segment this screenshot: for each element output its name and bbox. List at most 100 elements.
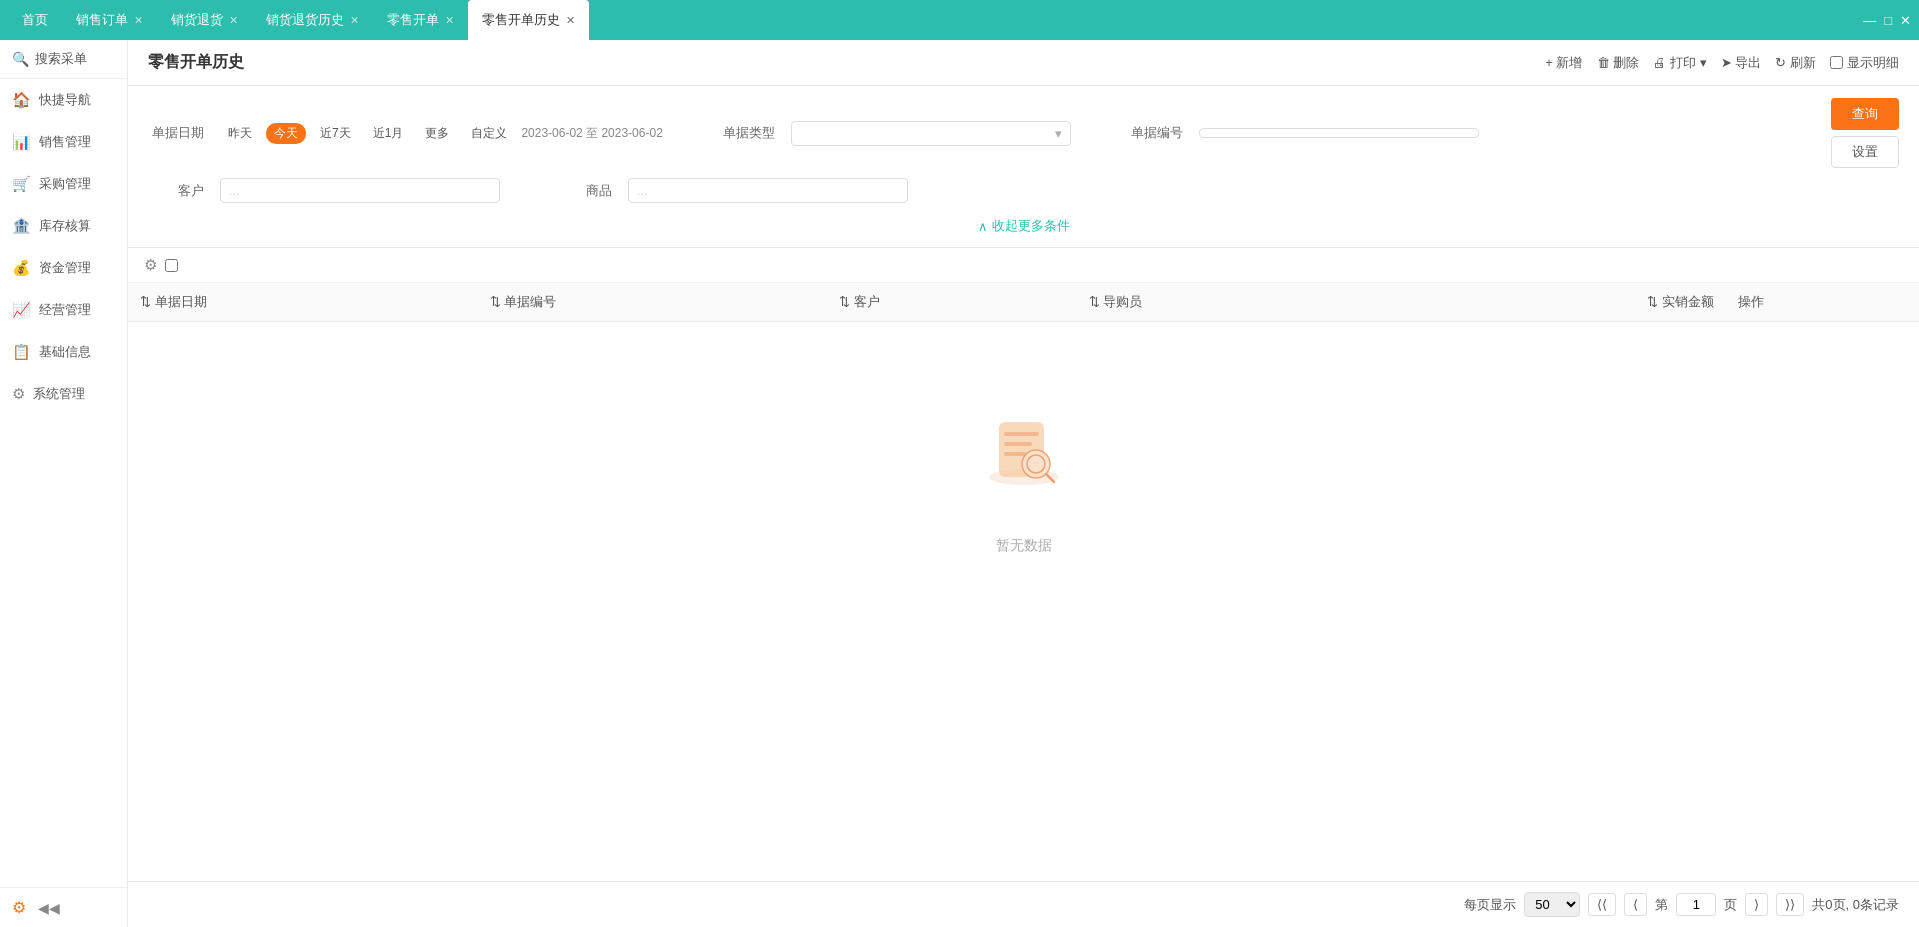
sidebar-item-sales[interactable]: 📊 销售管理: [0, 121, 127, 163]
empty-icon: [974, 402, 1074, 521]
sidebar-item-quick-nav[interactable]: 🏠 快捷导航: [0, 79, 127, 121]
close-tab-retail-order[interactable]: ✕: [445, 14, 454, 27]
goods-input[interactable]: ...: [628, 178, 908, 203]
close-tab-retail-history[interactable]: ✕: [566, 14, 575, 27]
sidebar-bottom: ⚙ ◀◀: [0, 887, 127, 927]
operations-icon: 📈: [12, 301, 31, 319]
col-number-label: ⇅ 单据编号: [490, 294, 557, 309]
tab-retail-history[interactable]: 零售开单历史 ✕: [468, 0, 589, 40]
empty-row: 暂无数据: [128, 322, 1919, 636]
page-number-input[interactable]: [1676, 893, 1716, 916]
sidebar-item-basic[interactable]: 📋 基础信息: [0, 331, 127, 373]
date-filter-label: 单据日期: [148, 124, 204, 142]
bill-no-input[interactable]: [1199, 128, 1479, 138]
svg-rect-3: [1004, 442, 1032, 446]
sidebar: 🔍 搜索采单 🏠 快捷导航 📊 销售管理 🛒 采购管理 🏦 库存核算 💰 资金管…: [0, 40, 128, 927]
col-customer[interactable]: ⇅ 客户: [827, 283, 1076, 322]
svg-rect-4: [1004, 452, 1026, 456]
date-btn-last-month[interactable]: 近1月: [365, 123, 412, 144]
top-tabbar: 首页 销售订单 ✕ 销货退货 ✕ 销货退货历史 ✕ 零售开单 ✕ 零售开单历史 …: [0, 0, 1919, 40]
page-label: 第: [1655, 896, 1668, 914]
bill-type-label: 单据类型: [719, 124, 775, 142]
export-button[interactable]: ➤ 导出: [1721, 54, 1762, 72]
per-page-label: 每页显示: [1464, 896, 1516, 914]
empty-text: 暂无数据: [996, 537, 1052, 555]
delete-button[interactable]: 🗑 删除: [1597, 54, 1640, 72]
sidebar-item-system[interactable]: ⚙ 系统管理: [0, 373, 127, 415]
tab-return-history[interactable]: 销货退货历史 ✕: [252, 0, 373, 40]
basic-icon: 📋: [12, 343, 31, 361]
query-button[interactable]: 查询: [1831, 98, 1899, 130]
data-table: ⇅ 单据日期 ⇅ 单据编号 ⇅ 客户 ⇅ 导购员 ⇅ 实销金额: [128, 283, 1919, 635]
tab-return[interactable]: 销货退货 ✕: [157, 0, 252, 40]
date-btn-yesterday[interactable]: 昨天: [220, 123, 260, 144]
purchase-icon: 🛒: [12, 175, 31, 193]
toolbar: + 新增 🗑 删除 🖨 打印 ▾ ➤ 导出 ↻ 刷新: [1545, 54, 1899, 72]
setting-button[interactable]: 设置: [1831, 136, 1899, 168]
date-btn-more[interactable]: 更多: [417, 123, 457, 144]
customer-input[interactable]: ...: [220, 178, 500, 203]
tab-retail-order[interactable]: 零售开单 ✕: [373, 0, 468, 40]
add-button[interactable]: + 新增: [1545, 54, 1582, 72]
date-btn-custom[interactable]: 自定义: [463, 123, 515, 144]
sidebar-item-purchase[interactable]: 🛒 采购管理: [0, 163, 127, 205]
maximize-btn[interactable]: □: [1884, 13, 1892, 28]
sidebar-item-inventory[interactable]: 🏦 库存核算: [0, 205, 127, 247]
tab-sales-order[interactable]: 销售订单 ✕: [62, 0, 157, 40]
col-guide[interactable]: ⇅ 导购员: [1077, 283, 1377, 322]
bill-type-select[interactable]: ▾: [791, 121, 1071, 146]
date-btn-last7[interactable]: 近7天: [312, 123, 359, 144]
refresh-button[interactable]: ↻ 刷新: [1775, 54, 1816, 72]
prev-page-button[interactable]: ⟨: [1624, 893, 1647, 916]
col-date[interactable]: ⇅ 单据日期: [128, 283, 478, 322]
table-toolbar: ⚙: [128, 248, 1919, 283]
page-size-select[interactable]: 50 100 200: [1524, 892, 1580, 917]
col-customer-label: ⇅ 客户: [839, 294, 880, 309]
col-action: 操作: [1726, 283, 1919, 322]
pagination: 每页显示 50 100 200 ⟨⟨ ⟨ 第 页 ⟩ ⟩⟩ 共0页, 0条记录: [128, 881, 1919, 927]
print-button[interactable]: 🖨 打印 ▾: [1653, 54, 1707, 72]
close-tab-sales-order[interactable]: ✕: [134, 14, 143, 27]
finance-icon: 💰: [12, 259, 31, 277]
table-area: ⚙ ⇅ 单据日期 ⇅ 单据编号 ⇅ 客户: [128, 248, 1919, 881]
first-page-button[interactable]: ⟨⟨: [1588, 893, 1616, 916]
select-all-checkbox[interactable]: [165, 259, 178, 272]
gear-icon[interactable]: ⚙: [12, 898, 26, 917]
customer-placeholder: ...: [229, 183, 240, 198]
toolbar-area: + 新增 🗑 删除 🖨 打印 ▾ ➤ 导出 ↻ 刷新: [1545, 54, 1899, 72]
close-btn[interactable]: ✕: [1900, 13, 1911, 28]
sales-icon: 📊: [12, 133, 31, 151]
bill-no-label: 单据编号: [1127, 124, 1183, 142]
system-icon: ⚙: [12, 385, 25, 403]
table-settings-icon[interactable]: ⚙: [144, 256, 157, 274]
search-icon: 🔍: [12, 51, 29, 67]
sidebar-item-label-5: 经营管理: [39, 301, 91, 319]
collapse-conditions[interactable]: ∧ 收起更多条件: [148, 213, 1899, 239]
filter-row-1: 单据日期 昨天 今天 近7天 近1月 更多 自定义 2023-06-02 至 2…: [148, 98, 1899, 168]
sidebar-item-label-4: 资金管理: [39, 259, 91, 277]
page-summary: 共0页, 0条记录: [1812, 896, 1899, 914]
next-page-button[interactable]: ⟩: [1745, 893, 1768, 916]
customer-label: 客户: [148, 182, 204, 200]
sidebar-item-operations[interactable]: 📈 经营管理: [0, 289, 127, 331]
sidebar-search[interactable]: 🔍 搜索采单: [0, 40, 127, 79]
close-tab-return-history[interactable]: ✕: [350, 14, 359, 27]
empty-state: 暂无数据: [128, 322, 1919, 635]
sidebar-item-finance[interactable]: 💰 资金管理: [0, 247, 127, 289]
display-detail-checkbox[interactable]: 显示明细: [1830, 54, 1899, 72]
home-icon: 🏠: [12, 91, 31, 109]
sidebar-item-label-7: 系统管理: [33, 385, 85, 403]
sidebar-search-label: 搜索采单: [35, 50, 87, 68]
date-btn-today[interactable]: 今天: [266, 123, 306, 144]
sidebar-item-label-1: 销售管理: [39, 133, 91, 151]
col-amount[interactable]: ⇅ 实销金额: [1376, 283, 1726, 322]
sidebar-item-label-6: 基础信息: [39, 343, 91, 361]
last-page-button[interactable]: ⟩⟩: [1776, 893, 1804, 916]
tab-home[interactable]: 首页: [8, 0, 62, 40]
display-detail-input[interactable]: [1830, 56, 1843, 69]
minimize-btn[interactable]: —: [1863, 13, 1876, 28]
col-number[interactable]: ⇅ 单据编号: [478, 283, 828, 322]
collapse-sidebar-icon[interactable]: ◀◀: [38, 900, 60, 916]
col-date-label: ⇅ 单据日期: [140, 294, 207, 309]
close-tab-return[interactable]: ✕: [229, 14, 238, 27]
